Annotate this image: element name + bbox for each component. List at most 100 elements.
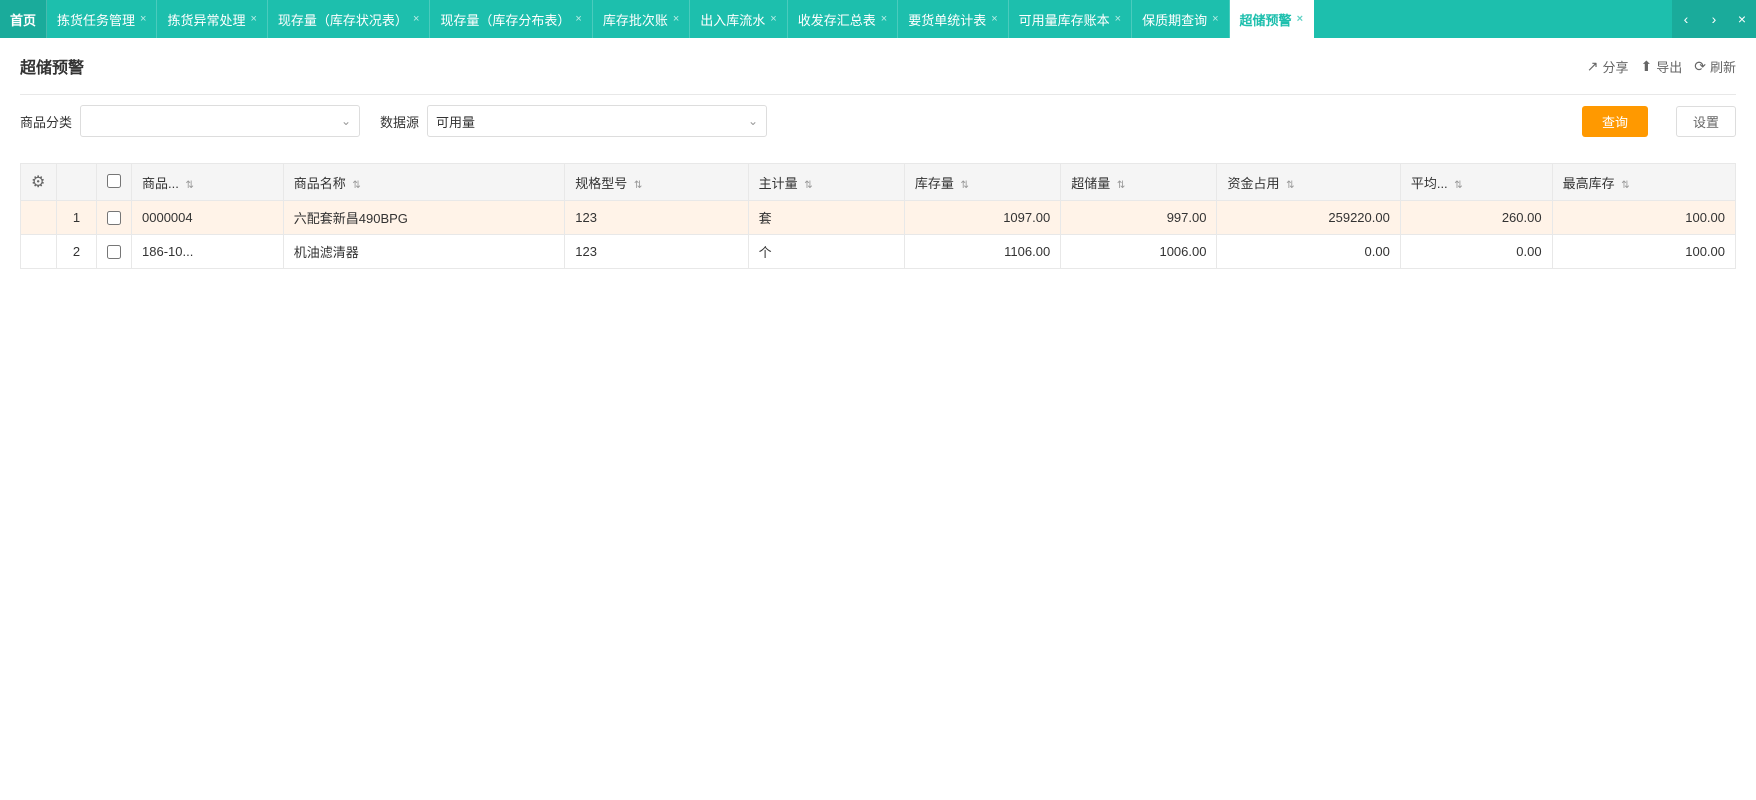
sort-capital-icon: ⇅ xyxy=(1286,180,1294,191)
row-max-stock: 100.00 xyxy=(1552,235,1735,269)
sort-unit-icon: ⇅ xyxy=(804,180,812,191)
sort-product-code-icon: ⇅ xyxy=(185,180,193,191)
th-product-name[interactable]: 商品名称 ⇅ xyxy=(283,164,565,201)
close-summary[interactable]: × xyxy=(881,13,887,25)
nav-close-btn[interactable]: × xyxy=(1728,0,1756,38)
sort-stock-icon: ⇅ xyxy=(961,180,969,191)
close-pick-task[interactable]: × xyxy=(140,13,146,25)
th-max-stock[interactable]: 最高库存 ⇅ xyxy=(1552,164,1735,201)
close-inventory-dist[interactable]: × xyxy=(575,13,581,25)
page-content: 超储预警 ↗ 分享 ⬆ 导出 ⟳ 刷新 商品分类 ⌄ xyxy=(0,38,1756,800)
page-title: 超储预警 xyxy=(20,54,84,78)
export-icon: ⬆ xyxy=(1641,58,1653,75)
sort-max-stock-icon: ⇅ xyxy=(1621,180,1629,191)
datasource-dropdown-icon: ⌄ xyxy=(748,114,758,128)
nav-home[interactable]: 首页 xyxy=(0,0,47,38)
nav-pick-task[interactable]: 拣货任务管理 × xyxy=(47,0,157,38)
select-all-checkbox[interactable] xyxy=(107,174,121,188)
data-table: ⚙ 商品... ⇅ 商品名称 ⇅ 规格型号 ⇅ xyxy=(20,163,1736,269)
th-product-code[interactable]: 商品... ⇅ xyxy=(132,164,284,201)
row-product-code: 0000004 xyxy=(132,201,284,235)
datasource-label: 数据源 xyxy=(380,112,419,131)
row-gear-cell xyxy=(21,201,57,235)
row-unit: 个 xyxy=(748,235,904,269)
row-checkbox-cell[interactable] xyxy=(97,235,132,269)
nav-batch-account[interactable]: 库存批次账 × xyxy=(593,0,690,38)
filter-datasource-group: 数据源 可用量 ⌄ xyxy=(380,105,767,137)
category-dropdown-icon: ⌄ xyxy=(341,114,351,128)
row-avg: 0.00 xyxy=(1400,235,1552,269)
share-icon: ↗ xyxy=(1587,58,1599,75)
export-button[interactable]: ⬆ 导出 xyxy=(1641,57,1683,76)
settings-button[interactable]: 设置 xyxy=(1676,106,1736,137)
sort-spec-icon: ⇅ xyxy=(634,180,642,191)
close-pick-exception[interactable]: × xyxy=(250,13,256,25)
th-avg[interactable]: 平均... ⇅ xyxy=(1400,164,1552,201)
category-select[interactable]: ⌄ xyxy=(80,105,360,137)
refresh-icon: ⟳ xyxy=(1694,58,1706,75)
filter-row: 商品分类 ⌄ 数据源 可用量 ⌄ 查询 设置 xyxy=(20,95,1736,147)
sort-avg-icon: ⇅ xyxy=(1454,180,1462,191)
nav-expiry[interactable]: 保质期查询 × xyxy=(1132,0,1229,38)
nav-overstock[interactable]: 超储预警 × xyxy=(1230,0,1314,38)
th-unit[interactable]: 主计量 ⇅ xyxy=(748,164,904,201)
row-overstock: 1006.00 xyxy=(1061,235,1217,269)
row-spec: 123 xyxy=(565,235,748,269)
datasource-select-value: 可用量 xyxy=(436,112,475,131)
gear-icon[interactable]: ⚙ xyxy=(31,174,45,191)
row-capital: 259220.00 xyxy=(1217,201,1400,235)
row-max-stock: 100.00 xyxy=(1552,201,1735,235)
page-header: 超储预警 ↗ 分享 ⬆ 导出 ⟳ 刷新 xyxy=(20,54,1736,78)
table-row: 2 186-10... 机油滤清器 123 个 1106.00 1006.00 … xyxy=(21,235,1736,269)
row-product-name: 机油滤清器 xyxy=(283,235,565,269)
top-nav: 首页 拣货任务管理 × 拣货异常处理 × 现存量（库存状况表） × 现存量（库存… xyxy=(0,0,1756,38)
row-seq: 2 xyxy=(57,235,97,269)
row-checkbox-0[interactable] xyxy=(107,211,121,225)
refresh-button[interactable]: ⟳ 刷新 xyxy=(1694,57,1736,76)
sort-product-name-icon: ⇅ xyxy=(352,180,360,191)
row-overstock: 997.00 xyxy=(1061,201,1217,235)
close-available-book[interactable]: × xyxy=(1115,13,1121,25)
row-gear-cell xyxy=(21,235,57,269)
datasource-select[interactable]: 可用量 ⌄ xyxy=(427,105,767,137)
row-avg: 260.00 xyxy=(1400,201,1552,235)
nav-inventory-status[interactable]: 现存量（库存状况表） × xyxy=(268,0,430,38)
sort-overstock-icon: ⇅ xyxy=(1117,180,1125,191)
close-inventory-status[interactable]: × xyxy=(413,13,419,25)
th-overstock[interactable]: 超储量 ⇅ xyxy=(1061,164,1217,201)
th-gear[interactable]: ⚙ xyxy=(21,164,57,201)
close-order-stats[interactable]: × xyxy=(991,13,997,25)
row-unit: 套 xyxy=(748,201,904,235)
row-product-name: 六配套新昌490BPG xyxy=(283,201,565,235)
nav-inventory-dist[interactable]: 现存量（库存分布表） × xyxy=(430,0,592,38)
nav-pick-exception[interactable]: 拣货异常处理 × xyxy=(157,0,267,38)
nav-summary[interactable]: 收发存汇总表 × xyxy=(788,0,898,38)
share-button[interactable]: ↗ 分享 xyxy=(1587,57,1629,76)
filter-category-group: 商品分类 ⌄ xyxy=(20,105,360,137)
nav-next-btn[interactable]: › xyxy=(1700,0,1728,38)
close-overstock[interactable]: × xyxy=(1297,13,1303,25)
header-actions: ↗ 分享 ⬆ 导出 ⟳ 刷新 xyxy=(1587,57,1736,76)
row-stock: 1097.00 xyxy=(904,201,1060,235)
category-label: 商品分类 xyxy=(20,112,72,131)
row-capital: 0.00 xyxy=(1217,235,1400,269)
nav-arrows: ‹ › × xyxy=(1672,0,1756,38)
row-spec: 123 xyxy=(565,201,748,235)
table-row: 1 0000004 六配套新昌490BPG 123 套 1097.00 997.… xyxy=(21,201,1736,235)
nav-flow[interactable]: 出入库流水 × xyxy=(690,0,787,38)
nav-available-book[interactable]: 可用量库存账本 × xyxy=(1009,0,1132,38)
th-spec[interactable]: 规格型号 ⇅ xyxy=(565,164,748,201)
th-capital[interactable]: 资金占用 ⇅ xyxy=(1217,164,1400,201)
th-stock[interactable]: 库存量 ⇅ xyxy=(904,164,1060,201)
nav-order-stats[interactable]: 要货单统计表 × xyxy=(898,0,1008,38)
nav-prev-btn[interactable]: ‹ xyxy=(1672,0,1700,38)
close-expiry[interactable]: × xyxy=(1212,13,1218,25)
th-checkbox[interactable] xyxy=(97,164,132,201)
row-stock: 1106.00 xyxy=(904,235,1060,269)
close-batch-account[interactable]: × xyxy=(673,13,679,25)
close-flow[interactable]: × xyxy=(770,13,776,25)
query-button[interactable]: 查询 xyxy=(1582,106,1648,137)
row-checkbox-1[interactable] xyxy=(107,245,121,259)
th-seq xyxy=(57,164,97,201)
row-checkbox-cell[interactable] xyxy=(97,201,132,235)
